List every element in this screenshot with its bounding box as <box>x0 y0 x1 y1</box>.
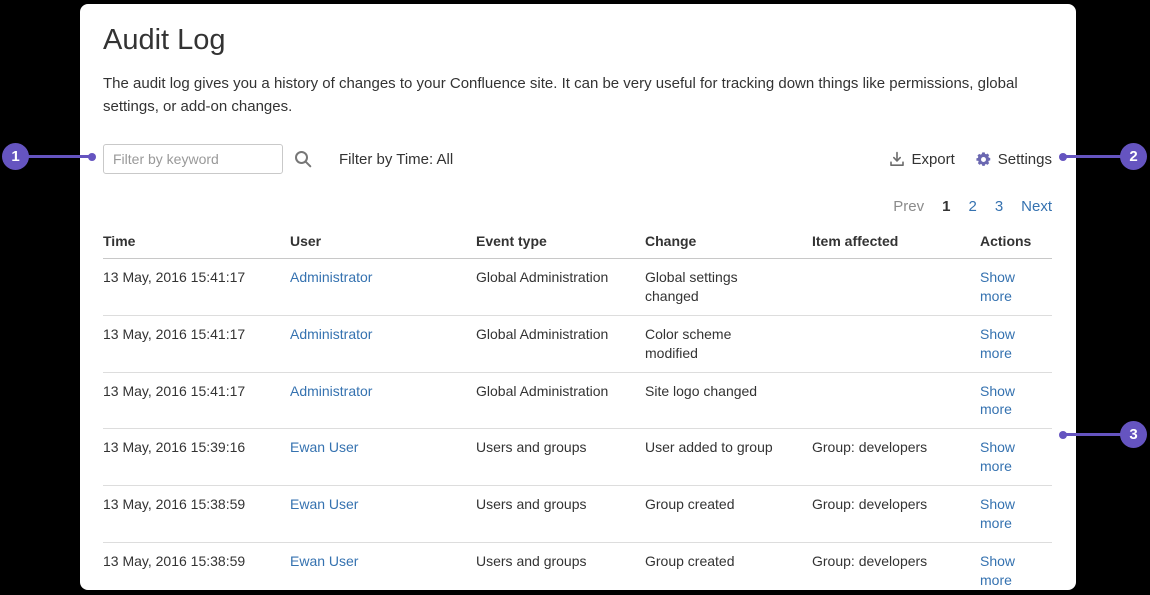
cell-actions: Show more <box>980 259 1052 316</box>
cell-actions: Show more <box>980 315 1052 372</box>
cell-event-type: Users and groups <box>476 486 645 543</box>
cell-time: 13 May, 2016 15:38:59 <box>103 486 290 543</box>
user-link[interactable]: Administrator <box>290 326 372 342</box>
cell-user: Administrator <box>290 315 476 372</box>
callout-2-dot <box>1059 153 1067 161</box>
audit-log-table: Time User Event type Change Item affecte… <box>103 227 1052 590</box>
cell-change: Group created <box>645 486 812 543</box>
filter-bar: Filter by Time: All Export <box>103 144 1052 174</box>
export-label: Export <box>911 151 954 168</box>
cell-user: Ewan User <box>290 429 476 486</box>
cell-user: Administrator <box>290 372 476 429</box>
cell-change: Site logo changed <box>645 372 812 429</box>
cell-item-affected: Group: developers <box>812 486 980 543</box>
user-link[interactable]: Administrator <box>290 269 372 285</box>
table-row: 13 May, 2016 15:39:16 Ewan User Users an… <box>103 429 1052 486</box>
header-user: User <box>290 227 476 259</box>
cell-item-affected: Group: developers <box>812 429 980 486</box>
header-event-type: Event type <box>476 227 645 259</box>
cell-change: Global settings changed <box>645 259 812 316</box>
cell-time: 13 May, 2016 15:41:17 <box>103 259 290 316</box>
table-header-row: Time User Event type Change Item affecte… <box>103 227 1052 259</box>
cell-event-type: Global Administration <box>476 372 645 429</box>
callout-1-badge: 1 <box>2 143 29 170</box>
page-description: The audit log gives you a history of cha… <box>103 73 1052 118</box>
user-link[interactable]: Ewan User <box>290 496 358 512</box>
callout-3-badge: 3 <box>1120 421 1147 448</box>
cell-event-type: Global Administration <box>476 315 645 372</box>
pagination-page-3[interactable]: 3 <box>995 198 1003 215</box>
show-more-link[interactable]: Show more <box>980 439 1015 474</box>
cell-item-affected: Group: developers <box>812 542 980 590</box>
pagination: Prev 1 2 3 Next <box>103 198 1052 215</box>
table-row: 13 May, 2016 15:41:17 Administrator Glob… <box>103 315 1052 372</box>
cell-time: 13 May, 2016 15:41:17 <box>103 372 290 429</box>
callout-2-line <box>1066 155 1122 158</box>
cell-item-affected <box>812 259 980 316</box>
settings-button[interactable]: Settings <box>975 151 1052 168</box>
gear-icon <box>975 151 992 168</box>
cell-change: Color scheme modified <box>645 315 812 372</box>
export-download-icon <box>889 151 905 167</box>
cell-event-type: Users and groups <box>476 429 645 486</box>
callout-3-dot <box>1059 431 1067 439</box>
show-more-link[interactable]: Show more <box>980 326 1015 361</box>
user-link[interactable]: Ewan User <box>290 553 358 569</box>
table-row: 13 May, 2016 15:38:59 Ewan User Users an… <box>103 542 1052 590</box>
table-row: 13 May, 2016 15:41:17 Administrator Glob… <box>103 259 1052 316</box>
show-more-link[interactable]: Show more <box>980 496 1015 531</box>
header-time: Time <box>103 227 290 259</box>
settings-label: Settings <box>998 151 1052 168</box>
show-more-link[interactable]: Show more <box>980 269 1015 304</box>
audit-log-panel: Audit Log The audit log gives you a hist… <box>80 4 1076 590</box>
pagination-prev[interactable]: Prev <box>893 198 924 215</box>
cell-change: Group created <box>645 542 812 590</box>
header-actions: Actions <box>980 227 1052 259</box>
cell-time: 13 May, 2016 15:41:17 <box>103 315 290 372</box>
header-change: Change <box>645 227 812 259</box>
cell-actions: Show more <box>980 429 1052 486</box>
user-link[interactable]: Administrator <box>290 383 372 399</box>
cell-item-affected <box>812 315 980 372</box>
export-button[interactable]: Export <box>889 151 954 168</box>
callout-1-dot <box>88 153 96 161</box>
cell-event-type: Global Administration <box>476 259 645 316</box>
callout-2-badge: 2 <box>1120 143 1147 170</box>
cell-actions: Show more <box>980 486 1052 543</box>
cell-user: Administrator <box>290 259 476 316</box>
cell-change: User added to group <box>645 429 812 486</box>
cell-item-affected <box>812 372 980 429</box>
cell-user: Ewan User <box>290 542 476 590</box>
user-link[interactable]: Ewan User <box>290 439 358 455</box>
header-item-affected: Item affected <box>812 227 980 259</box>
cell-actions: Show more <box>980 372 1052 429</box>
show-more-link[interactable]: Show more <box>980 553 1015 588</box>
table-row: 13 May, 2016 15:38:59 Ewan User Users an… <box>103 486 1052 543</box>
pagination-page-2[interactable]: 2 <box>968 198 976 215</box>
pagination-next[interactable]: Next <box>1021 198 1052 215</box>
callout-3-line <box>1066 433 1122 436</box>
cell-event-type: Users and groups <box>476 542 645 590</box>
cell-actions: Show more <box>980 542 1052 590</box>
time-filter[interactable]: Filter by Time: All <box>339 151 453 168</box>
search-icon[interactable] <box>293 149 313 169</box>
cell-time: 13 May, 2016 15:38:59 <box>103 542 290 590</box>
page-title: Audit Log <box>103 24 1052 57</box>
pagination-page-1: 1 <box>942 198 950 215</box>
cell-user: Ewan User <box>290 486 476 543</box>
audit-table-body: 13 May, 2016 15:41:17 Administrator Glob… <box>103 259 1052 591</box>
show-more-link[interactable]: Show more <box>980 383 1015 418</box>
toolbar-actions: Export Settings <box>889 151 1052 168</box>
table-row: 13 May, 2016 15:41:17 Administrator Glob… <box>103 372 1052 429</box>
callout-1-line <box>26 155 90 158</box>
cell-time: 13 May, 2016 15:39:16 <box>103 429 290 486</box>
keyword-filter-input[interactable] <box>103 144 283 174</box>
